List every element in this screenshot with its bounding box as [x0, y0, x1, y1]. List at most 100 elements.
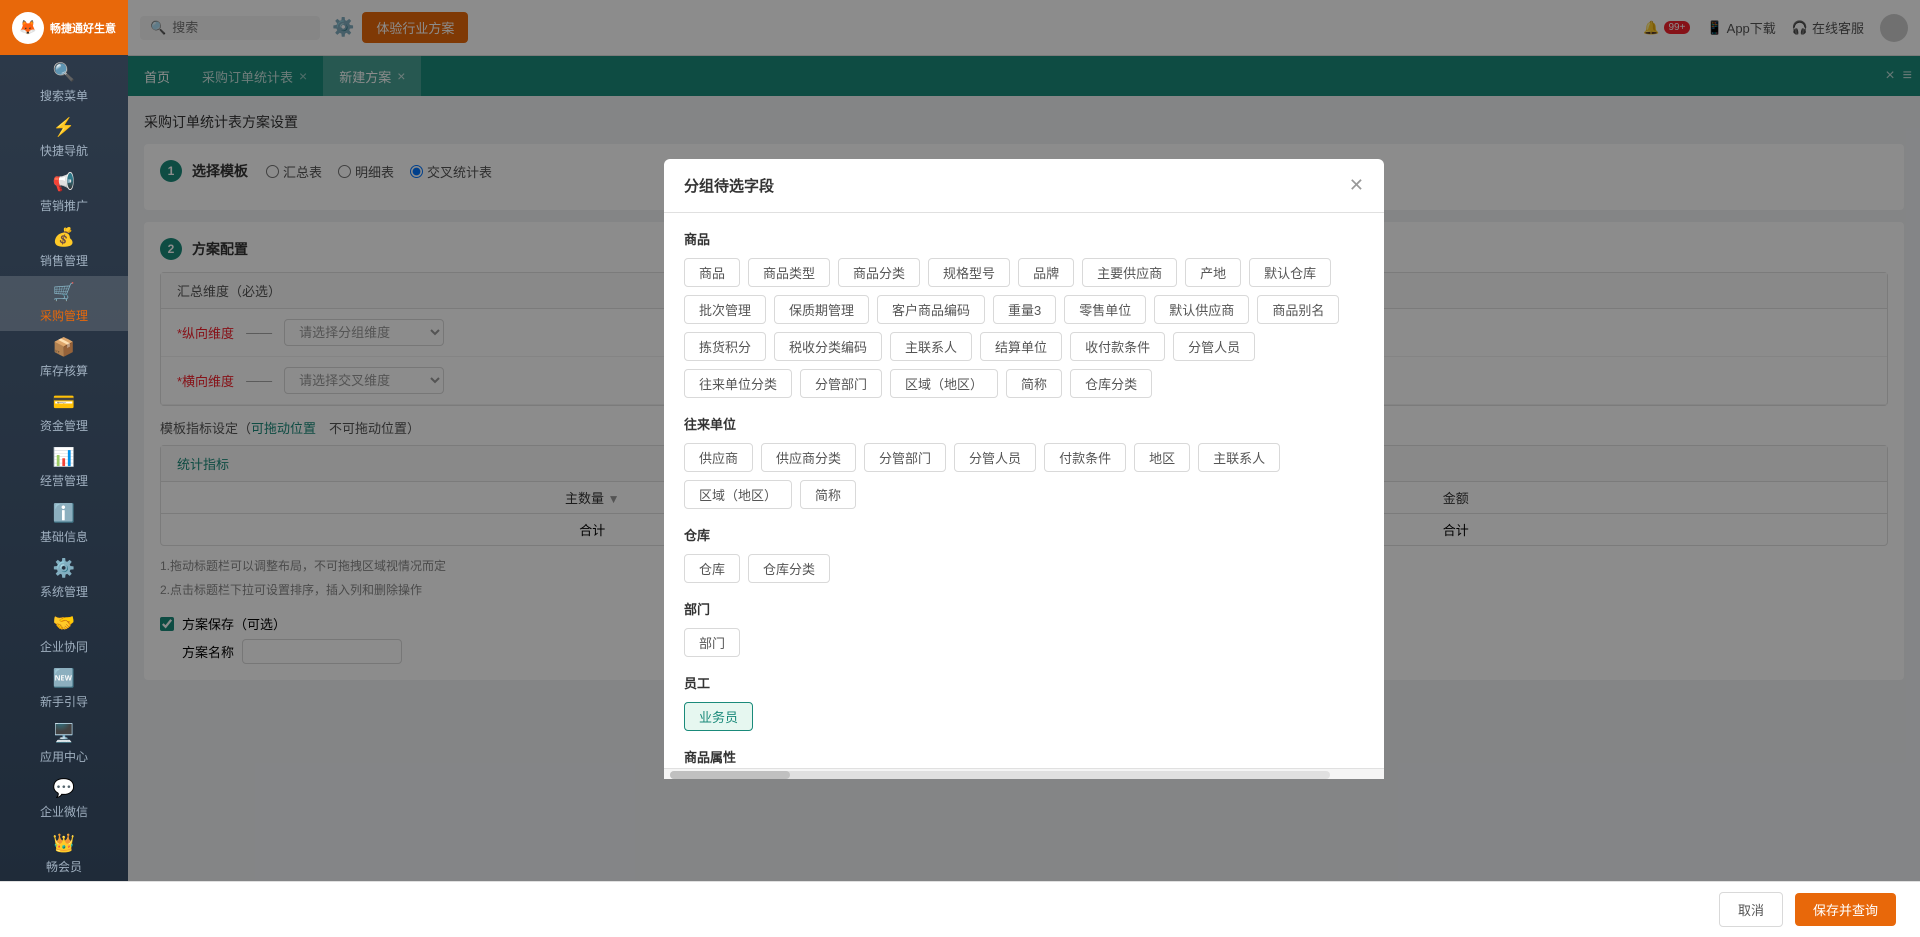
purchase-icon: 🛒: [53, 282, 75, 303]
sidebar-item-wechat[interactable]: 💬 企业微信: [0, 772, 128, 827]
field-payment-terms[interactable]: 收付款条件: [1070, 332, 1165, 361]
field-dept-supervised[interactable]: 分管部门: [800, 369, 882, 398]
sidebar-item-inventory[interactable]: 📦 库存核算: [0, 331, 128, 386]
sidebar-item-label: 畅会员: [46, 858, 82, 875]
modal-hscroll-track[interactable]: [664, 768, 1384, 778]
wechat-icon: 💬: [53, 778, 75, 799]
sidebar-item-label: 营销推广: [40, 197, 88, 214]
section-product-attr: 商品属性 属性 颜色 多规格 尺码 鞋码 1: [684, 747, 1364, 769]
marketing-icon: 📢: [53, 172, 75, 193]
sidebar-item-apps[interactable]: 🖥️ 应用中心: [0, 716, 128, 771]
sidebar-item-search[interactable]: 🔍 搜索菜单: [0, 55, 128, 110]
sidebar-item-label: 应用中心: [40, 748, 88, 765]
logo-icon: 🦊: [12, 12, 44, 44]
sidebar-item-vip[interactable]: 👑 畅会员: [0, 827, 128, 882]
field-spec-model[interactable]: 规格型号: [928, 258, 1010, 287]
sidebar-item-label: 资金管理: [40, 417, 88, 434]
sidebar-item-label: 经营管理: [40, 472, 88, 489]
info-icon: ℹ️: [53, 503, 75, 524]
field-supervisor[interactable]: 分管人员: [1173, 332, 1255, 361]
field-weight3[interactable]: 重量3: [993, 295, 1056, 324]
field-brand[interactable]: 品牌: [1018, 258, 1074, 287]
field-party-category[interactable]: 往来单位分类: [684, 369, 792, 398]
field-region[interactable]: 区域（地区）: [890, 369, 998, 398]
warehouse-fields: 仓库 仓库分类: [684, 554, 1364, 583]
sidebar-item-info[interactable]: ℹ️ 基础信息: [0, 496, 128, 551]
sidebar-item-collab[interactable]: 🤝 企业协同: [0, 606, 128, 661]
field-dept2[interactable]: 部门: [684, 628, 740, 657]
field-product[interactable]: 商品: [684, 258, 740, 287]
employee-fields: 业务员: [684, 702, 1364, 731]
section-dept: 部门 部门: [684, 599, 1364, 657]
field-tax-code[interactable]: 税收分类编码: [774, 332, 882, 361]
section-party: 往来单位 供应商 供应商分类 分管部门 分管人员 付款条件 地区 主联系人 区域…: [684, 414, 1364, 509]
field-person[interactable]: 分管人员: [954, 443, 1036, 472]
section-product-title: 商品: [684, 229, 1364, 248]
modal-body[interactable]: 商品 商品 商品类型 商品分类 规格型号 品牌 主要供应商 产地 默认仓库 批次…: [664, 213, 1384, 769]
field-select-modal: 分组待选字段 ✕ 商品 商品 商品类型 商品分类 规格型号 品牌 主要供应商 产…: [664, 159, 1384, 779]
field-supplier[interactable]: 供应商: [684, 443, 753, 472]
field-supplier-category[interactable]: 供应商分类: [761, 443, 856, 472]
modal-hscroll-bar: [670, 771, 1330, 779]
field-warehouse-cat[interactable]: 仓库分类: [748, 554, 830, 583]
field-dept[interactable]: 分管部门: [864, 443, 946, 472]
section-product: 商品 商品 商品类型 商品分类 规格型号 品牌 主要供应商 产地 默认仓库 批次…: [684, 229, 1364, 398]
newbie-icon: 🆕: [53, 668, 75, 689]
quick-icon: ⚡: [53, 117, 75, 138]
bottom-bar: 取消 保存并查询: [0, 881, 1920, 937]
field-main-contact[interactable]: 主联系人: [890, 332, 972, 361]
sidebar-item-finance[interactable]: 💳 资金管理: [0, 386, 128, 441]
management-icon: 📊: [53, 447, 75, 468]
cancel-button[interactable]: 取消: [1719, 892, 1783, 927]
sidebar-item-quick[interactable]: ⚡ 快捷导航: [0, 110, 128, 165]
field-settlement-unit[interactable]: 结算单位: [980, 332, 1062, 361]
modal-header: 分组待选字段 ✕: [664, 159, 1384, 213]
sidebar-item-newbie[interactable]: 🆕 新手引导: [0, 661, 128, 716]
field-default-warehouse[interactable]: 默认仓库: [1249, 258, 1331, 287]
finance-icon: 💳: [53, 392, 75, 413]
field-retail-unit[interactable]: 零售单位: [1064, 295, 1146, 324]
field-warehouse[interactable]: 仓库: [684, 554, 740, 583]
field-pick-score[interactable]: 拣货积分: [684, 332, 766, 361]
party-fields: 供应商 供应商分类 分管部门 分管人员 付款条件 地区 主联系人 区域（地区） …: [684, 443, 1364, 509]
field-warehouse-category[interactable]: 仓库分类: [1070, 369, 1152, 398]
apps-icon: 🖥️: [53, 723, 75, 744]
section-warehouse-title: 仓库: [684, 525, 1364, 544]
field-main-contact2[interactable]: 主联系人: [1198, 443, 1280, 472]
field-product-type[interactable]: 商品类型: [748, 258, 830, 287]
field-origin[interactable]: 产地: [1185, 258, 1241, 287]
field-expiry-mgmt[interactable]: 保质期管理: [774, 295, 869, 324]
field-customer-code[interactable]: 客户商品编码: [877, 295, 985, 324]
field-short-name[interactable]: 简称: [1006, 369, 1062, 398]
field-product-category[interactable]: 商品分类: [838, 258, 920, 287]
field-short-name2[interactable]: 简称: [800, 480, 856, 509]
section-dept-title: 部门: [684, 599, 1364, 618]
modal-close-icon[interactable]: ✕: [1349, 175, 1364, 196]
sidebar-item-purchase[interactable]: 🛒 采购管理: [0, 276, 128, 331]
field-product-alias[interactable]: 商品别名: [1257, 295, 1339, 324]
field-region2[interactable]: 区域（地区）: [684, 480, 792, 509]
field-salesperson[interactable]: 业务员: [684, 702, 753, 731]
field-pay-terms[interactable]: 付款条件: [1044, 443, 1126, 472]
field-batch-mgmt[interactable]: 批次管理: [684, 295, 766, 324]
field-main-supplier[interactable]: 主要供应商: [1082, 258, 1177, 287]
sidebar-item-sales[interactable]: 💰 销售管理: [0, 220, 128, 275]
sidebar-item-label: 基础信息: [40, 528, 88, 545]
sidebar-logo[interactable]: 🦊 畅捷通好生意: [0, 0, 128, 55]
sidebar-item-label: 企业协同: [40, 638, 88, 655]
sidebar-item-marketing[interactable]: 📢 营销推广: [0, 165, 128, 220]
sidebar-item-label: 销售管理: [40, 252, 88, 269]
sidebar-item-management[interactable]: 📊 经营管理: [0, 441, 128, 496]
save-query-button[interactable]: 保存并查询: [1795, 893, 1896, 926]
sidebar-item-label: 库存核算: [40, 362, 88, 379]
sales-icon: 💰: [53, 227, 75, 248]
collab-icon: 🤝: [53, 613, 75, 634]
modal-title: 分组待选字段: [684, 175, 774, 196]
product-fields: 商品 商品类型 商品分类 规格型号 品牌 主要供应商 产地 默认仓库 批次管理 …: [684, 258, 1364, 398]
field-default-supplier[interactable]: 默认供应商: [1154, 295, 1249, 324]
field-area[interactable]: 地区: [1134, 443, 1190, 472]
section-employee: 员工 业务员: [684, 673, 1364, 731]
brand-name: 畅捷通好生意: [50, 20, 116, 36]
inventory-icon: 📦: [53, 337, 75, 358]
sidebar-item-system[interactable]: ⚙️ 系统管理: [0, 551, 128, 606]
